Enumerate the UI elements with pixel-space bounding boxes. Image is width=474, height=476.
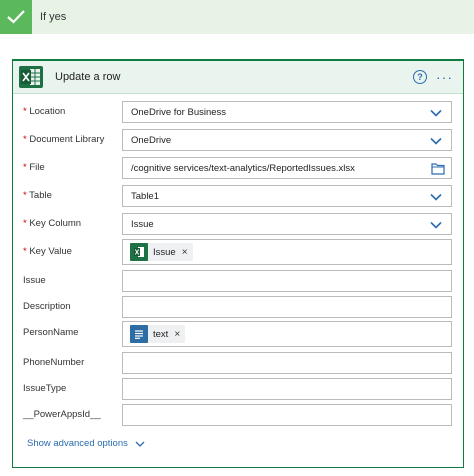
location-value: OneDrive for Business [131, 107, 227, 118]
chevron-down-icon [135, 441, 145, 447]
powerapps-id-input[interactable] [122, 404, 452, 426]
update-row-action-card: Update a row ? ··· * Location OneDrive f… [12, 59, 464, 468]
excel-icon [130, 243, 148, 261]
token-remove-icon[interactable]: × [182, 247, 188, 258]
condition-branch-header[interactable]: If yes [0, 0, 474, 34]
document-library-dropdown[interactable]: OneDrive [122, 129, 452, 151]
issue-input[interactable] [122, 270, 452, 292]
document-library-label: * Document Library [23, 134, 105, 145]
issue-type-label: IssueType [23, 383, 67, 394]
location-label: * Location [23, 106, 66, 117]
chevron-down-icon [430, 137, 442, 145]
chevron-down-icon [430, 221, 442, 229]
text-icon [130, 325, 148, 343]
advanced-options-label: Show advanced options [27, 438, 128, 449]
show-advanced-options-link[interactable]: Show advanced options [27, 438, 146, 449]
dynamic-content-token[interactable]: Issue × [130, 243, 193, 261]
location-dropdown[interactable]: OneDrive for Business [122, 101, 452, 123]
key-column-dropdown[interactable]: Issue [122, 213, 452, 235]
token-remove-icon[interactable]: × [174, 329, 180, 340]
key-value-label: * Key Value [23, 246, 72, 257]
chevron-down-icon [430, 193, 442, 201]
powerapps-id-label: __PowerAppsId__ [23, 409, 101, 420]
phone-number-input[interactable] [122, 352, 452, 374]
person-name-label: PersonName [23, 327, 79, 338]
table-dropdown[interactable]: Table1 [122, 185, 452, 207]
chevron-down-icon [430, 109, 442, 117]
token-label: Issue [153, 246, 176, 258]
issue-label: Issue [23, 275, 46, 286]
more-options-icon[interactable]: ··· [436, 69, 453, 85]
condition-branch-label: If yes [40, 11, 67, 23]
person-name-input[interactable]: text × [122, 321, 452, 347]
description-label: Description [23, 301, 71, 312]
key-column-label: * Key Column [23, 218, 82, 229]
dynamic-content-token[interactable]: text × [130, 325, 186, 343]
phone-number-label: PhoneNumber [23, 357, 85, 368]
key-value-input[interactable]: Issue × [122, 239, 452, 265]
action-title: Update a row [55, 71, 121, 83]
description-input[interactable] [122, 296, 452, 318]
file-picker[interactable]: /cognitive services/text-analytics/Repor… [122, 157, 452, 179]
excel-icon [19, 66, 43, 88]
table-label: * Table [23, 190, 52, 201]
token-label: text [153, 328, 169, 340]
file-label: * File [23, 162, 45, 173]
table-value: Table1 [131, 191, 159, 202]
document-library-value: OneDrive [131, 135, 172, 146]
file-path-value: /cognitive services/text-analytics/Repor… [131, 163, 355, 174]
help-icon[interactable]: ? [413, 70, 427, 84]
action-card-header[interactable]: Update a row ? ··· [13, 61, 463, 94]
folder-icon[interactable] [431, 162, 445, 175]
key-column-value: Issue [131, 219, 154, 230]
checkmark-icon [0, 0, 32, 34]
issue-type-input[interactable] [122, 378, 452, 400]
